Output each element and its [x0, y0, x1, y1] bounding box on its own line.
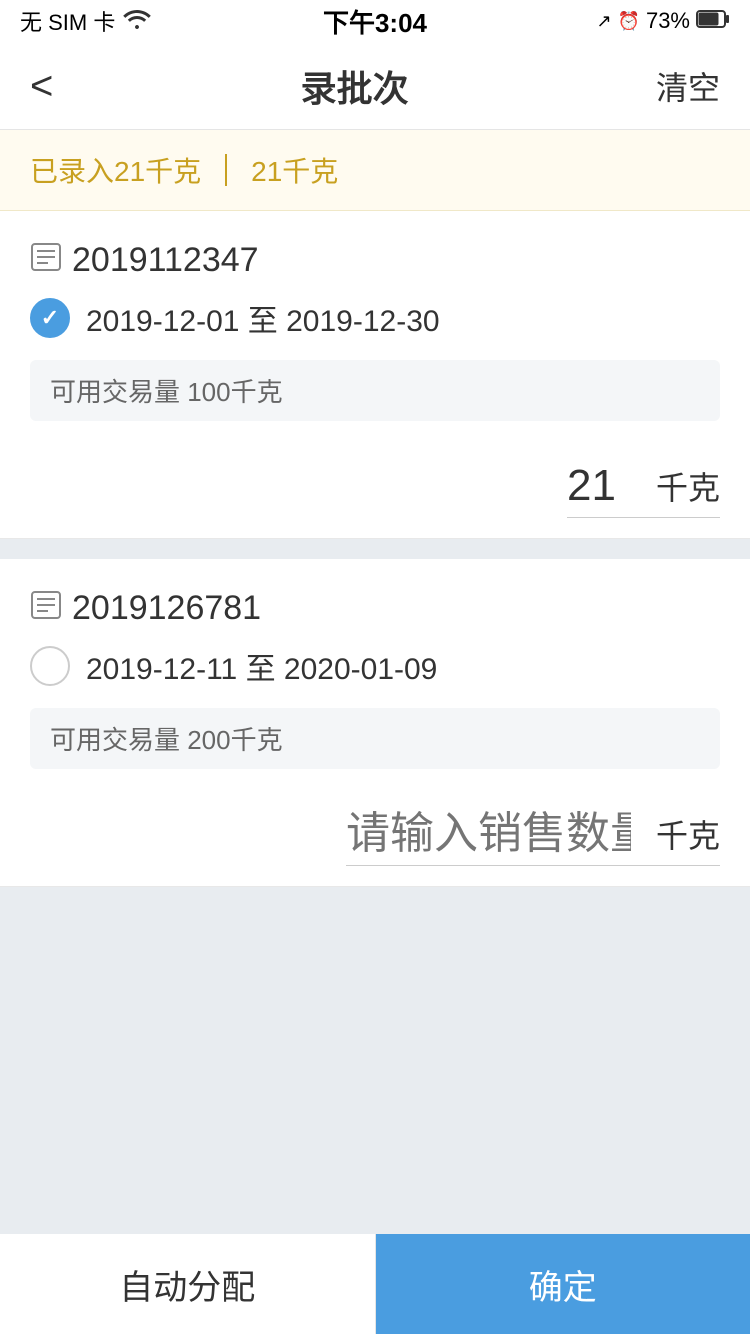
batch-1-available-row: 可用交易量 100千克: [30, 360, 720, 441]
batch-2-quantity-wrapper: 千克: [346, 809, 720, 866]
batch-1-quantity-row: 21 千克: [0, 441, 750, 539]
recorded-label: 已录入21千克: [30, 150, 201, 190]
batch-1-id: 2019112347: [72, 241, 259, 280]
batch-2-id: 2019126781: [72, 589, 261, 628]
auto-distribute-button[interactable]: 自动分配: [0, 1234, 376, 1334]
batch-2-quantity-input[interactable]: [346, 809, 646, 859]
batch-1-quantity-value: 21: [567, 461, 616, 511]
recorded-value: 21千克: [251, 150, 338, 190]
batch-1-date-row: ✓ 2019-12-01 至 2019-12-30: [30, 296, 720, 340]
no-sim-text: 无 SIM 卡: [20, 5, 115, 37]
batch-1-header: 2019112347: [30, 241, 720, 280]
batch-1-quantity-unit: 千克: [656, 463, 720, 509]
batch-1-date: 2019-12-01 至 2019-12-30: [86, 296, 440, 340]
battery-text: 73%: [646, 8, 690, 34]
wifi-icon: [123, 7, 151, 35]
confirm-button[interactable]: 确定: [376, 1234, 750, 1334]
batch-2-doc-icon: [30, 590, 62, 628]
status-time: 下午3:04: [323, 3, 427, 40]
clear-button[interactable]: 清空: [656, 63, 720, 109]
section-gap-1: [0, 539, 750, 559]
batch-1-available: 可用交易量 100千克: [30, 360, 720, 421]
footer: 自动分配 确定: [0, 1234, 750, 1334]
nav-bar: < 录批次 清空: [0, 42, 750, 130]
batch-2-item: 2019126781 2019-12-11 至 2020-01-09 可用交易量…: [0, 559, 750, 789]
location-icon: ↗: [596, 11, 611, 32]
batch-1-doc-icon: [30, 242, 62, 280]
status-bar-right: ↗ ⏰ 73%: [596, 8, 730, 34]
batch-2-card: 2019126781 2019-12-11 至 2020-01-09 可用交易量…: [0, 559, 750, 887]
back-button[interactable]: <: [30, 66, 53, 106]
batch-2-date-row: 2019-12-11 至 2020-01-09: [30, 644, 720, 688]
batch-1-check-icon: ✓: [41, 305, 59, 331]
batch-2-date: 2019-12-11 至 2020-01-09: [86, 644, 437, 688]
batch-2-quantity-row: 千克: [0, 789, 750, 887]
info-divider: [225, 154, 227, 186]
batch-2-available-row: 可用交易量 200千克: [30, 708, 720, 789]
batch-2-header: 2019126781: [30, 589, 720, 628]
battery-icon: [696, 8, 730, 34]
batch-2-quantity-unit: 千克: [656, 811, 720, 857]
batch-2-radio[interactable]: [30, 646, 70, 686]
alarm-icon: ⏰: [618, 11, 640, 32]
batch-1-radio[interactable]: ✓: [30, 298, 70, 338]
info-banner: 已录入21千克 21千克: [0, 130, 750, 211]
status-bar-left: 无 SIM 卡: [20, 5, 151, 37]
batch-1-quantity-wrapper: 21 千克: [567, 461, 720, 518]
batch-2-available: 可用交易量 200千克: [30, 708, 720, 769]
batch-1-card: 2019112347 ✓ 2019-12-01 至 2019-12-30 可用交…: [0, 211, 750, 539]
batch-1-item: 2019112347 ✓ 2019-12-01 至 2019-12-30 可用交…: [0, 211, 750, 441]
status-bar: 无 SIM 卡 下午3:04 ↗ ⏰ 73%: [0, 0, 750, 42]
page-title: 录批次: [301, 60, 409, 112]
